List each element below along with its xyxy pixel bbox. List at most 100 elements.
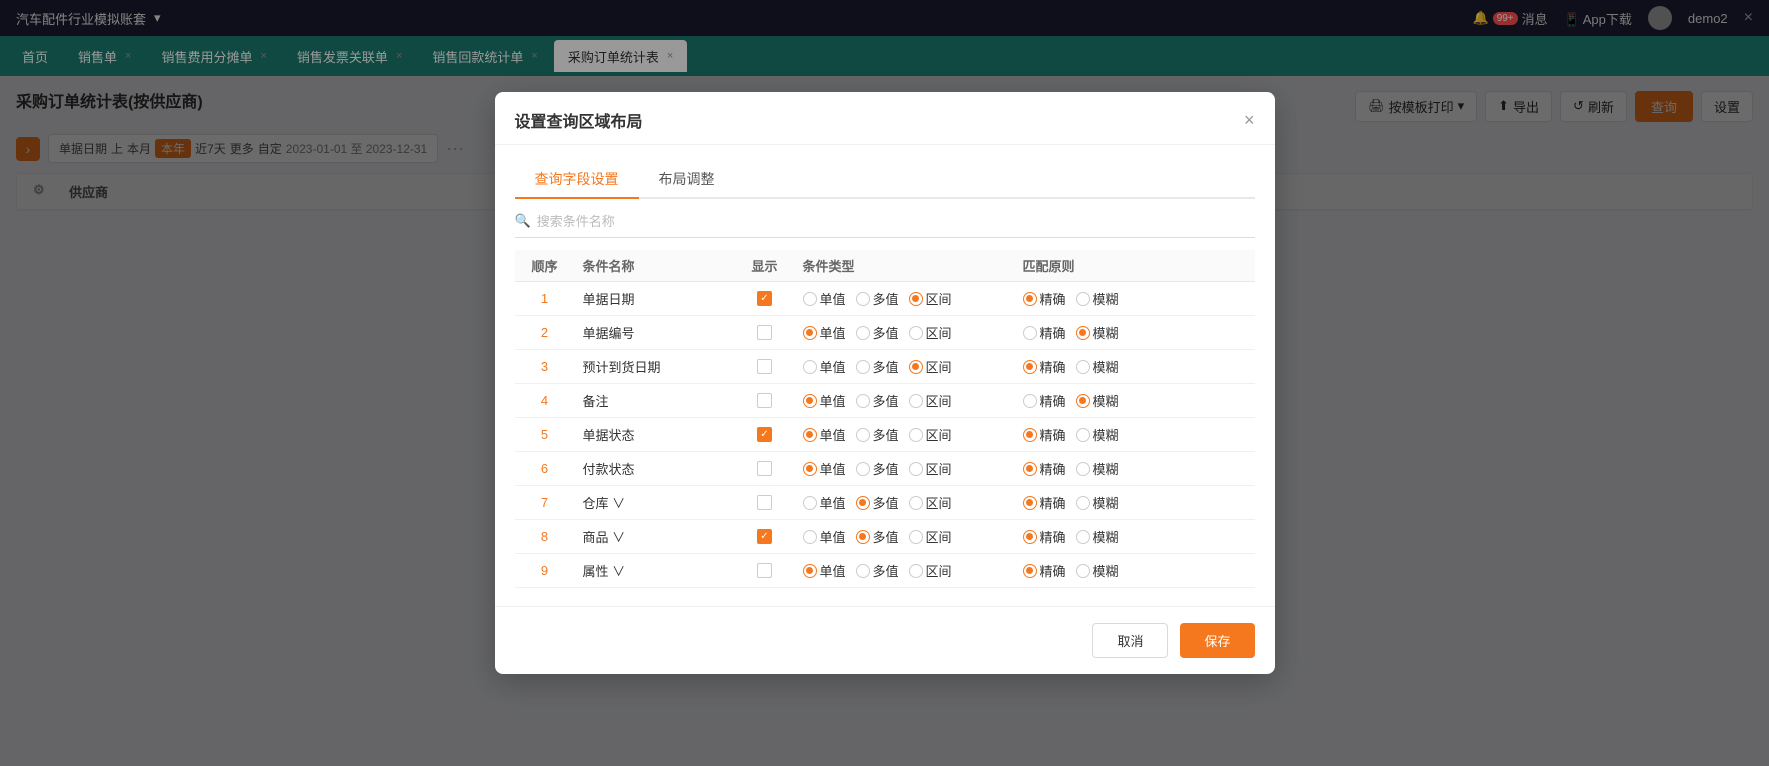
row-match-6: 精确模糊 <box>1015 493 1215 512</box>
row-type-3: 单值多值区间 <box>795 391 1015 410</box>
row-order-8: 9 <box>515 561 575 580</box>
radio-match-precise-1[interactable]: 精确 <box>1023 323 1066 342</box>
radio-match-fuzzy-5[interactable]: 模糊 <box>1076 459 1119 478</box>
radio-type-multi-7[interactable]: 多值 <box>856 527 899 546</box>
row-name-1: 单据编号 <box>575 323 735 342</box>
row-name-7: 商品 ∨ <box>575 527 735 546</box>
radio-type-range-5[interactable]: 区间 <box>909 459 952 478</box>
radio-match-precise-3[interactable]: 精确 <box>1023 391 1066 410</box>
radio-match-precise-4[interactable]: 精确 <box>1023 425 1066 444</box>
col-display: 显示 <box>735 256 795 275</box>
row-name-8: 属性 ∨ <box>575 561 735 580</box>
dialog-body: 查询字段设置 布局调整 🔍 顺序 条件名称 显示 条件类型 匹配原则 1单据日期… <box>495 145 1275 606</box>
radio-match-precise-8[interactable]: 精确 <box>1023 561 1066 580</box>
row-order-4: 5 <box>515 425 575 444</box>
radio-type-range-4[interactable]: 区间 <box>909 425 952 444</box>
settings-table: 顺序 条件名称 显示 条件类型 匹配原则 1单据日期✓单值多值区间精确模糊2单据… <box>515 250 1255 590</box>
row-display-5[interactable] <box>735 459 795 478</box>
radio-match-precise-0[interactable]: 精确 <box>1023 289 1066 308</box>
row-display-3[interactable] <box>735 391 795 410</box>
row-type-6: 单值多值区间 <box>795 493 1015 512</box>
dialog-close-button[interactable]: × <box>1244 110 1255 131</box>
table-row: 2单据编号单值多值区间精确模糊 <box>515 316 1255 350</box>
search-bar: 🔍 <box>515 213 1255 238</box>
row-type-7: 单值多值区间 <box>795 527 1015 546</box>
radio-match-precise-5[interactable]: 精确 <box>1023 459 1066 478</box>
radio-match-fuzzy-1[interactable]: 模糊 <box>1076 323 1119 342</box>
dialog-title: 设置查询区域布局 <box>515 108 643 132</box>
table-row: 9属性 ∨ 单值多值区间 精确模糊 <box>515 554 1255 588</box>
search-input[interactable] <box>537 214 1255 229</box>
radio-type-single-0[interactable]: 单值 <box>803 289 846 308</box>
row-match-0: 精确模糊 <box>1015 289 1215 308</box>
table-row: 10有无商品图片单值多值区间精确模糊 <box>515 588 1255 590</box>
row-display-7[interactable]: ✓ <box>735 527 795 546</box>
save-button[interactable]: 保存 <box>1180 623 1254 658</box>
table-row: 7仓库 ∨单值多值区间精确模糊 <box>515 486 1255 520</box>
radio-match-precise-6[interactable]: 精确 <box>1023 493 1066 512</box>
radio-type-range-3[interactable]: 区间 <box>909 391 952 410</box>
row-match-5: 精确模糊 <box>1015 459 1215 478</box>
row-name-2: 预计到货日期 <box>575 357 735 376</box>
search-icon: 🔍 <box>515 213 531 229</box>
dialog-tab-0[interactable]: 查询字段设置 <box>515 161 639 199</box>
radio-type-range-7[interactable]: 区间 <box>909 527 952 546</box>
radio-type-single-2[interactable]: 单值 <box>803 357 846 376</box>
radio-type-range-8[interactable]: 区间 <box>909 561 952 580</box>
radio-type-single-3[interactable]: 单值 <box>803 391 846 410</box>
radio-type-single-1[interactable]: 单值 <box>803 323 846 342</box>
table-row: 5单据状态✓单值多值区间精确模糊 <box>515 418 1255 452</box>
radio-match-fuzzy-0[interactable]: 模糊 <box>1076 289 1119 308</box>
radio-type-single-5[interactable]: 单值 <box>803 459 846 478</box>
radio-type-multi-6[interactable]: 多值 <box>856 493 899 512</box>
row-display-6[interactable] <box>735 493 795 512</box>
radio-type-multi-0[interactable]: 多值 <box>856 289 899 308</box>
radio-type-multi-3[interactable]: 多值 <box>856 391 899 410</box>
radio-type-multi-2[interactable]: 多值 <box>856 357 899 376</box>
radio-type-single-6[interactable]: 单值 <box>803 493 846 512</box>
dialog: 设置查询区域布局 × 查询字段设置 布局调整 🔍 顺序 条件名称 显示 条件类型 <box>495 92 1275 674</box>
row-name-4: 单据状态 <box>575 425 735 444</box>
radio-type-multi-5[interactable]: 多值 <box>856 459 899 478</box>
radio-type-range-6[interactable]: 区间 <box>909 493 952 512</box>
row-display-2[interactable] <box>735 357 795 376</box>
settings-table-head: 顺序 条件名称 显示 条件类型 匹配原则 <box>515 250 1255 282</box>
row-name-0: 单据日期 <box>575 289 735 308</box>
row-order-1: 2 <box>515 323 575 342</box>
radio-type-range-1[interactable]: 区间 <box>909 323 952 342</box>
row-type-4: 单值多值区间 <box>795 425 1015 444</box>
row-display-4[interactable]: ✓ <box>735 425 795 444</box>
radio-type-single-4[interactable]: 单值 <box>803 425 846 444</box>
dialog-footer: 取消 保存 <box>495 606 1275 674</box>
row-match-3: 精确模糊 <box>1015 391 1215 410</box>
radio-match-precise-2[interactable]: 精确 <box>1023 357 1066 376</box>
radio-type-range-0[interactable]: 区间 <box>909 289 952 308</box>
col-match: 匹配原则 <box>1015 256 1215 275</box>
radio-type-single-7[interactable]: 单值 <box>803 527 846 546</box>
radio-match-fuzzy-2[interactable]: 模糊 <box>1076 357 1119 376</box>
radio-match-fuzzy-7[interactable]: 模糊 <box>1076 527 1119 546</box>
radio-type-single-8[interactable]: 单值 <box>803 561 846 580</box>
radio-type-multi-8[interactable]: 多值 <box>856 561 899 580</box>
radio-match-fuzzy-3[interactable]: 模糊 <box>1076 391 1119 410</box>
table-row: 4备注单值多值区间精确模糊 <box>515 384 1255 418</box>
table-row: 3预计到货日期单值多值区间精确模糊 <box>515 350 1255 384</box>
row-display-1[interactable] <box>735 323 795 342</box>
row-display-0[interactable]: ✓ <box>735 289 795 308</box>
row-display-8[interactable] <box>735 561 795 580</box>
row-type-5: 单值多值区间 <box>795 459 1015 478</box>
radio-match-fuzzy-4[interactable]: 模糊 <box>1076 425 1119 444</box>
radio-match-precise-7[interactable]: 精确 <box>1023 527 1066 546</box>
cancel-button[interactable]: 取消 <box>1092 623 1168 658</box>
row-type-0: 单值多值区间 <box>795 289 1015 308</box>
col-type: 条件类型 <box>795 256 1015 275</box>
row-order-0: 1 <box>515 289 575 308</box>
row-type-2: 单值多值区间 <box>795 357 1015 376</box>
radio-type-multi-4[interactable]: 多值 <box>856 425 899 444</box>
radio-type-multi-1[interactable]: 多值 <box>856 323 899 342</box>
radio-type-range-2[interactable]: 区间 <box>909 357 952 376</box>
radio-match-fuzzy-8[interactable]: 模糊 <box>1076 561 1119 580</box>
row-type-1: 单值多值区间 <box>795 323 1015 342</box>
radio-match-fuzzy-6[interactable]: 模糊 <box>1076 493 1119 512</box>
dialog-tab-1[interactable]: 布局调整 <box>639 161 735 199</box>
